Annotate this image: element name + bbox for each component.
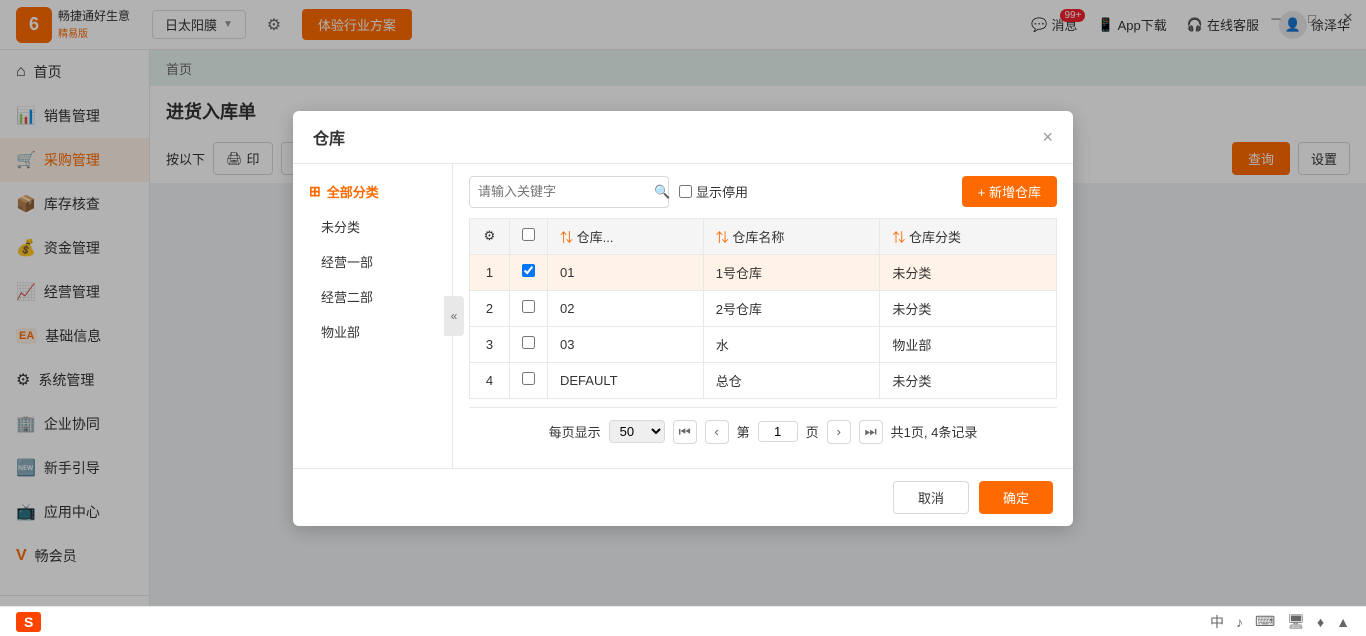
row-name-4: 总仓 xyxy=(703,362,880,398)
show-disabled-text: 显示停用 xyxy=(696,182,748,201)
row-checkbox-3[interactable] xyxy=(510,326,548,362)
category-all[interactable]: ⊞ 全部分类 xyxy=(293,174,452,209)
grid-icon: ⊞ xyxy=(309,183,321,200)
search-box: 🔍 xyxy=(469,176,669,208)
table-body: 1 01 1号仓库 未分类 2 02 2号仓库 xyxy=(470,254,1057,398)
row-actions-3[interactable]: 3 xyxy=(470,326,510,362)
table-row[interactable]: 1 01 1号仓库 未分类 xyxy=(470,254,1057,290)
warehouse-table: ⚙ ⇅ 仓库... ⇅ 仓库名称 xyxy=(469,218,1057,399)
modal-title: 仓库 xyxy=(313,125,345,149)
category-all-label: 全部分类 xyxy=(327,182,379,201)
th-name: ⇅ 仓库名称 xyxy=(703,218,880,254)
row-checkbox-1[interactable] xyxy=(510,254,548,290)
show-disabled-label[interactable]: 显示停用 xyxy=(679,182,748,201)
bottom-icons: 中 ♪ ⌨ 🖥 ♦ ▲ xyxy=(1210,612,1350,632)
row-name-1: 1号仓库 xyxy=(703,254,880,290)
keyboard-icon[interactable]: ⌨ xyxy=(1255,613,1275,630)
page-size-select[interactable]: 20 50 100 xyxy=(609,420,665,443)
table-toolbar: 🔍 显示停用 + 新增仓库 xyxy=(469,176,1057,208)
row-category-3: 物业部 xyxy=(880,326,1057,362)
sort-icon-name: ⇅ xyxy=(716,230,729,245)
row-actions-4[interactable]: 4 xyxy=(470,362,510,398)
cancel-button[interactable]: 取消 xyxy=(893,481,969,514)
modal-close-button[interactable]: × xyxy=(1042,128,1053,146)
th-settings[interactable]: ⚙ xyxy=(470,218,510,254)
page-input[interactable] xyxy=(758,421,798,442)
row-category-2: 未分类 xyxy=(880,290,1057,326)
search-input[interactable] xyxy=(478,184,654,199)
total-info: 共1页, 4条记录 xyxy=(891,422,978,441)
audio-icon[interactable]: ♪ xyxy=(1236,614,1243,630)
zh-icon[interactable]: 中 xyxy=(1210,612,1224,632)
row-actions-1[interactable]: 1 xyxy=(470,254,510,290)
first-page-button[interactable]: ⏮ xyxy=(673,420,697,444)
category-item-ops1[interactable]: 经营一部 xyxy=(293,244,452,279)
page-label: 页 xyxy=(806,422,819,441)
settings-tray-icon[interactable]: ♦ xyxy=(1317,614,1324,630)
row-name-3: 水 xyxy=(703,326,880,362)
table-row[interactable]: 4 DEFAULT 总仓 未分类 xyxy=(470,362,1057,398)
modal-body: ⊞ 全部分类 未分类 经营一部 经营二部 物业部 « 🔍 xyxy=(293,164,1073,468)
modal-backdrop: 仓库 × ⊞ 全部分类 未分类 经营一部 经营二部 物业部 « xyxy=(0,0,1366,636)
row-code-1: 01 xyxy=(548,254,704,290)
page-size-label: 每页显示 xyxy=(549,422,601,441)
row-name-2: 2号仓库 xyxy=(703,290,880,326)
pagination: 每页显示 20 50 100 ⏮ ‹ 第 页 › ⏭ 共1页, 4条记录 xyxy=(469,407,1057,456)
page-label-prefix: 第 xyxy=(737,422,750,441)
prev-page-button[interactable]: ‹ xyxy=(705,420,729,444)
bottom-bar: S 中 ♪ ⌨ 🖥 ♦ ▲ xyxy=(0,606,1366,636)
row-code-2: 02 xyxy=(548,290,704,326)
search-icon[interactable]: 🔍 xyxy=(654,184,670,200)
th-category: ⇅ 仓库分类 xyxy=(880,218,1057,254)
category-item-property[interactable]: 物业部 xyxy=(293,314,452,349)
row-code-3: 03 xyxy=(548,326,704,362)
monitor-icon[interactable]: 🖥 xyxy=(1287,613,1305,630)
select-all-checkbox[interactable] xyxy=(522,228,535,241)
add-warehouse-button[interactable]: + 新增仓库 xyxy=(962,176,1057,207)
modal-header: 仓库 × xyxy=(293,111,1073,164)
confirm-button[interactable]: 确定 xyxy=(979,481,1053,514)
row-category-4: 未分类 xyxy=(880,362,1057,398)
table-row[interactable]: 2 02 2号仓库 未分类 xyxy=(470,290,1057,326)
row-code-4: DEFAULT xyxy=(548,362,704,398)
sort-icon-cat: ⇅ xyxy=(892,230,905,245)
tray-arrow-icon[interactable]: ▲ xyxy=(1336,614,1350,630)
category-sidebar: ⊞ 全部分类 未分类 经营一部 经营二部 物业部 « xyxy=(293,164,453,468)
show-disabled-checkbox[interactable] xyxy=(679,185,692,198)
sort-icon: ⇅ xyxy=(560,230,573,245)
category-item-uncat[interactable]: 未分类 xyxy=(293,209,452,244)
modal-footer: 取消 确定 xyxy=(293,468,1073,526)
th-code: ⇅ 仓库... xyxy=(548,218,704,254)
collapse-button[interactable]: « xyxy=(444,296,464,336)
status-logo: S xyxy=(16,612,41,632)
row-checkbox-4[interactable] xyxy=(510,362,548,398)
table-scroll-area: ⚙ ⇅ 仓库... ⇅ 仓库名称 xyxy=(469,218,1057,399)
table-header: ⚙ ⇅ 仓库... ⇅ 仓库名称 xyxy=(470,218,1057,254)
row-checkbox-2[interactable] xyxy=(510,290,548,326)
table-area: 🔍 显示停用 + 新增仓库 ⚙ xyxy=(453,164,1073,468)
table-row[interactable]: 3 03 水 物业部 xyxy=(470,326,1057,362)
last-page-button[interactable]: ⏭ xyxy=(859,420,883,444)
th-checkbox xyxy=(510,218,548,254)
row-category-1: 未分类 xyxy=(880,254,1057,290)
next-page-button[interactable]: › xyxy=(827,420,851,444)
row-actions-2[interactable]: 2 xyxy=(470,290,510,326)
category-item-ops2[interactable]: 经营二部 xyxy=(293,279,452,314)
warehouse-modal: 仓库 × ⊞ 全部分类 未分类 经营一部 经营二部 物业部 « xyxy=(293,111,1073,526)
